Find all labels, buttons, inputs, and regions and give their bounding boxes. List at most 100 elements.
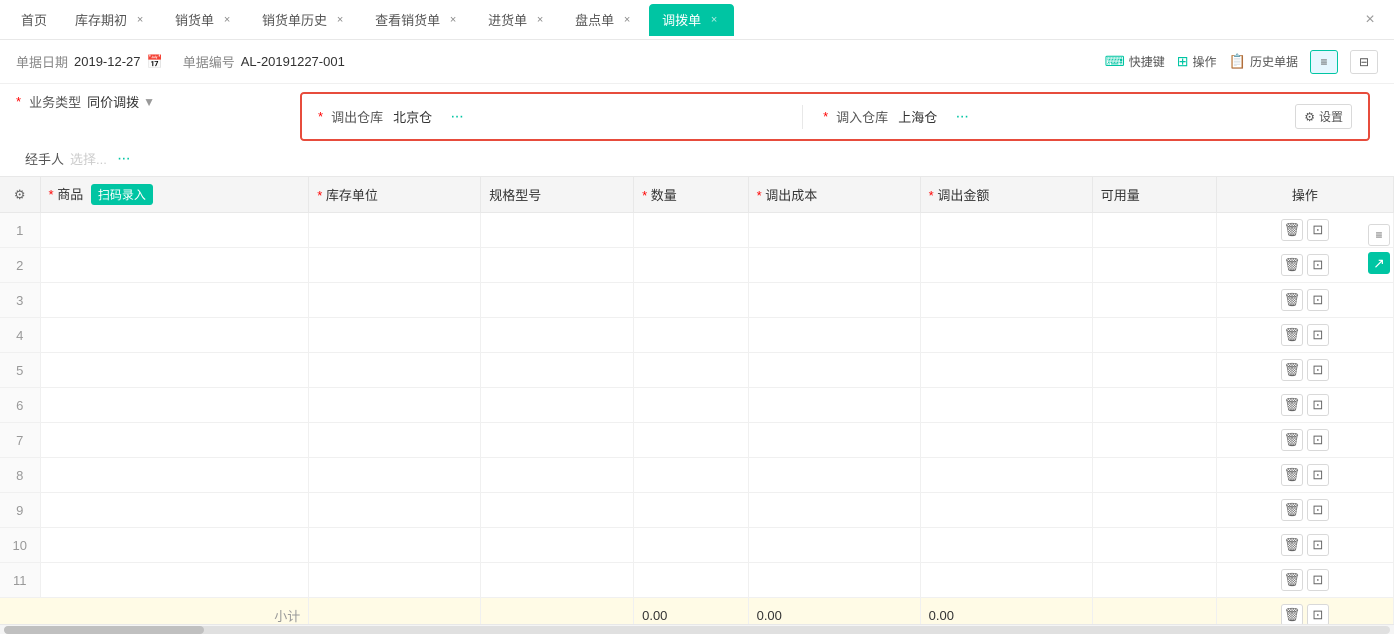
tab-sales-history[interactable]: 销货单历史 × [249,4,360,36]
row-unit[interactable] [309,283,481,318]
row-delete-button[interactable]: 🗑 [1281,394,1303,416]
row-cost[interactable] [748,493,920,528]
row-quantity[interactable] [634,388,748,423]
row-available[interactable] [1092,458,1216,493]
row-spec[interactable] [481,423,634,458]
tab-inventory-init[interactable]: 库存期初 × [62,4,160,36]
row-delete-button[interactable]: 🗑 [1281,254,1303,276]
row-cost[interactable] [748,528,920,563]
side-list-button[interactable]: ≡ [1368,224,1390,246]
row-cost[interactable] [748,318,920,353]
row-spec[interactable] [481,458,634,493]
row-amount[interactable] [920,283,1092,318]
tab-transfer-order[interactable]: 调拨单 × [649,4,734,36]
settings-button[interactable]: ⚙ 设置 [1295,104,1352,129]
row-quantity[interactable] [634,563,748,598]
row-copy-button[interactable]: ⊡ [1307,324,1329,346]
row-quantity[interactable] [634,318,748,353]
subtotal-copy-button[interactable]: ⊡ [1307,604,1329,624]
row-product[interactable] [40,493,309,528]
row-cost[interactable] [748,563,920,598]
row-delete-button[interactable]: 🗑 [1281,569,1303,591]
row-amount[interactable] [920,353,1092,388]
row-spec[interactable] [481,353,634,388]
row-product[interactable] [40,248,309,283]
tab-home[interactable]: 首页 [8,4,60,36]
row-copy-button[interactable]: ⊡ [1307,254,1329,276]
row-quantity[interactable] [634,458,748,493]
handler-more-button[interactable]: ··· [117,150,130,168]
layout-list-button[interactable]: ≡ [1310,50,1338,74]
tab-view-sales[interactable]: 查看销货单 × [362,4,473,36]
row-copy-button[interactable]: ⊡ [1307,429,1329,451]
row-delete-button[interactable]: 🗑 [1281,429,1303,451]
transfer-out-more-button[interactable]: ··· [450,108,463,126]
row-quantity[interactable] [634,248,748,283]
row-quantity[interactable] [634,423,748,458]
row-available[interactable] [1092,213,1216,248]
row-cost[interactable] [748,423,920,458]
row-product[interactable] [40,563,309,598]
row-spec[interactable] [481,248,634,283]
row-product[interactable] [40,458,309,493]
row-unit[interactable] [309,563,481,598]
row-delete-button[interactable]: 🗑 [1281,219,1303,241]
row-available[interactable] [1092,388,1216,423]
row-delete-button[interactable]: 🗑 [1281,499,1303,521]
row-available[interactable] [1092,493,1216,528]
row-copy-button[interactable]: ⊡ [1307,359,1329,381]
row-product[interactable] [40,423,309,458]
row-copy-button[interactable]: ⊡ [1307,569,1329,591]
row-quantity[interactable] [634,283,748,318]
row-amount[interactable] [920,388,1092,423]
row-unit[interactable] [309,458,481,493]
row-unit[interactable] [309,388,481,423]
row-cost[interactable] [748,248,920,283]
row-unit[interactable] [309,353,481,388]
row-quantity[interactable] [634,528,748,563]
row-delete-button[interactable]: 🗑 [1281,289,1303,311]
window-close-button[interactable]: × [1354,4,1386,36]
row-cost[interactable] [748,213,920,248]
row-spec[interactable] [481,563,634,598]
row-amount[interactable] [920,458,1092,493]
row-cost[interactable] [748,458,920,493]
calendar-icon[interactable]: 📅 [147,54,163,70]
history-button[interactable]: 📋 历史单据 [1229,53,1298,70]
row-product[interactable] [40,528,309,563]
row-quantity[interactable] [634,493,748,528]
row-delete-button[interactable]: 🗑 [1281,324,1303,346]
row-copy-button[interactable]: ⊡ [1307,464,1329,486]
tab-sales-order[interactable]: 销货单 × [162,4,247,36]
tab-view-sales-close[interactable]: × [446,13,460,27]
row-spec[interactable] [481,388,634,423]
row-available[interactable] [1092,423,1216,458]
row-available[interactable] [1092,528,1216,563]
tab-sales-order-close[interactable]: × [220,13,234,27]
col-settings-header[interactable]: ⚙ [0,177,40,213]
transfer-in-more-button[interactable]: ··· [955,108,968,126]
row-copy-button[interactable]: ⊡ [1307,219,1329,241]
tab-purchase-order[interactable]: 进货单 × [475,4,560,36]
tab-sales-history-close[interactable]: × [333,13,347,27]
row-spec[interactable] [481,318,634,353]
row-amount[interactable] [920,563,1092,598]
row-available[interactable] [1092,248,1216,283]
layout-grid-button[interactable]: ⊟ [1350,50,1378,74]
row-quantity[interactable] [634,213,748,248]
business-type-select[interactable]: 同价调拨 ▼ [87,92,187,111]
side-export-button[interactable]: ↗ [1368,252,1390,274]
row-copy-button[interactable]: ⊡ [1307,534,1329,556]
operations-button[interactable]: ⊞ 操作 [1177,53,1217,70]
row-product[interactable] [40,388,309,423]
row-unit[interactable] [309,248,481,283]
transfer-in-value[interactable]: 上海仓 [898,107,937,126]
tab-inventory-count[interactable]: 盘点单 × [562,4,647,36]
transfer-out-value[interactable]: 北京仓 [393,107,432,126]
row-unit[interactable] [309,423,481,458]
row-spec[interactable] [481,528,634,563]
row-delete-button[interactable]: 🗑 [1281,359,1303,381]
tab-inventory-count-close[interactable]: × [620,13,634,27]
row-unit[interactable] [309,528,481,563]
row-amount[interactable] [920,248,1092,283]
